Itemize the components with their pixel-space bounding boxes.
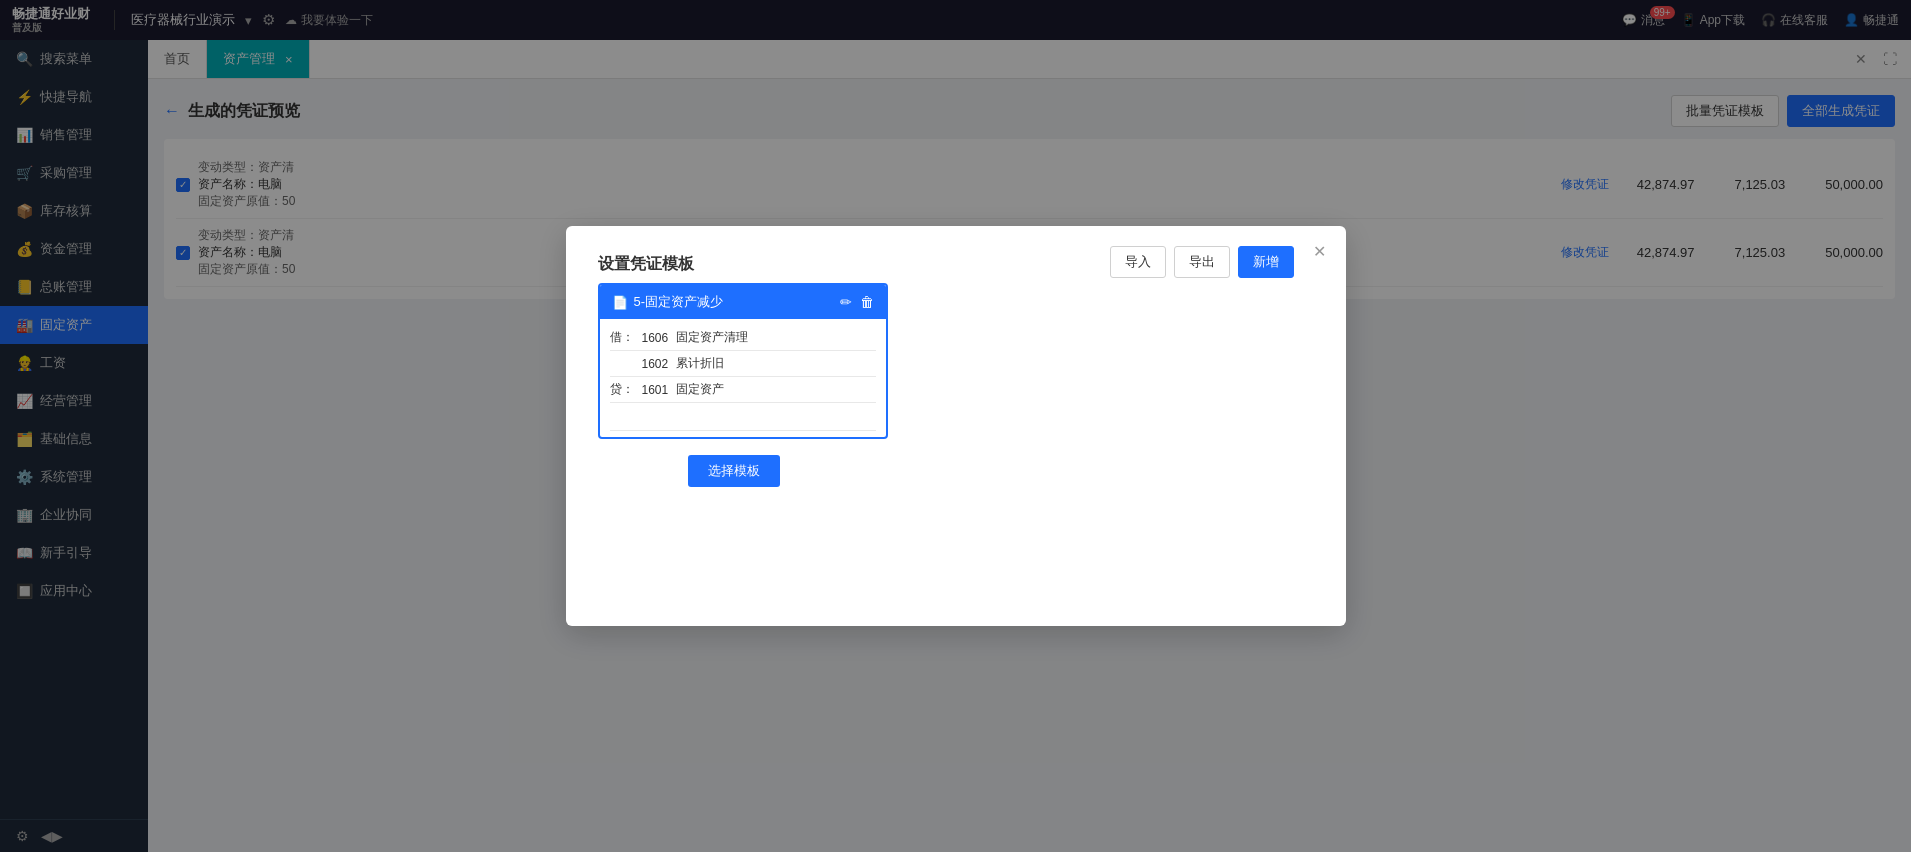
export-btn[interactable]: 导出	[1174, 246, 1230, 278]
entry-code: 1601	[642, 383, 669, 397]
delete-template-icon[interactable]: 🗑	[860, 294, 874, 310]
edit-template-icon[interactable]: ✏	[840, 294, 852, 310]
entry-code: 1602	[642, 357, 669, 371]
import-btn[interactable]: 导入	[1110, 246, 1166, 278]
entry-name: 固定资产清理	[676, 329, 748, 346]
select-template-btn[interactable]: 选择模板	[688, 455, 780, 487]
template-icon: 📄	[612, 295, 628, 310]
modal-overlay: 设置凭证模板 ✕ 导入 导出 新增 📄 5-固定资产减少 ✏ 🗑	[0, 0, 1911, 852]
template-list: 📄 5-固定资产减少 ✏ 🗑 借： 1606 固定资产清理	[598, 283, 1314, 439]
template-empty-row	[610, 403, 876, 431]
template-header-left: 📄 5-固定资产减少	[612, 293, 724, 311]
template-card: 📄 5-固定资产减少 ✏ 🗑 借： 1606 固定资产清理	[598, 283, 888, 439]
template-title: 5-固定资产减少	[634, 293, 724, 311]
entry-name: 固定资产	[676, 381, 724, 398]
entry-type: 贷：	[610, 381, 634, 398]
set-voucher-template-modal: 设置凭证模板 ✕ 导入 导出 新增 📄 5-固定资产减少 ✏ 🗑	[566, 226, 1346, 626]
entry-type: 借：	[610, 329, 634, 346]
template-card-header: 📄 5-固定资产减少 ✏ 🗑	[600, 285, 886, 319]
template-entry-3: 贷： 1601 固定资产	[610, 377, 876, 403]
entry-name: 累计折旧	[676, 355, 724, 372]
modal-action-buttons: 导入 导出 新增	[1110, 246, 1294, 278]
modal-title: 设置凭证模板	[598, 255, 694, 272]
template-entry-2: 1602 累计折旧	[610, 351, 876, 377]
new-btn[interactable]: 新增	[1238, 246, 1294, 278]
template-entry-1: 借： 1606 固定资产清理	[610, 325, 876, 351]
modal-close-btn[interactable]: ✕	[1313, 242, 1326, 261]
template-actions: ✏ 🗑	[840, 294, 874, 310]
template-body: 借： 1606 固定资产清理 1602 累计折旧 贷： 1601 固定资产	[600, 319, 886, 437]
entry-code: 1606	[642, 331, 669, 345]
